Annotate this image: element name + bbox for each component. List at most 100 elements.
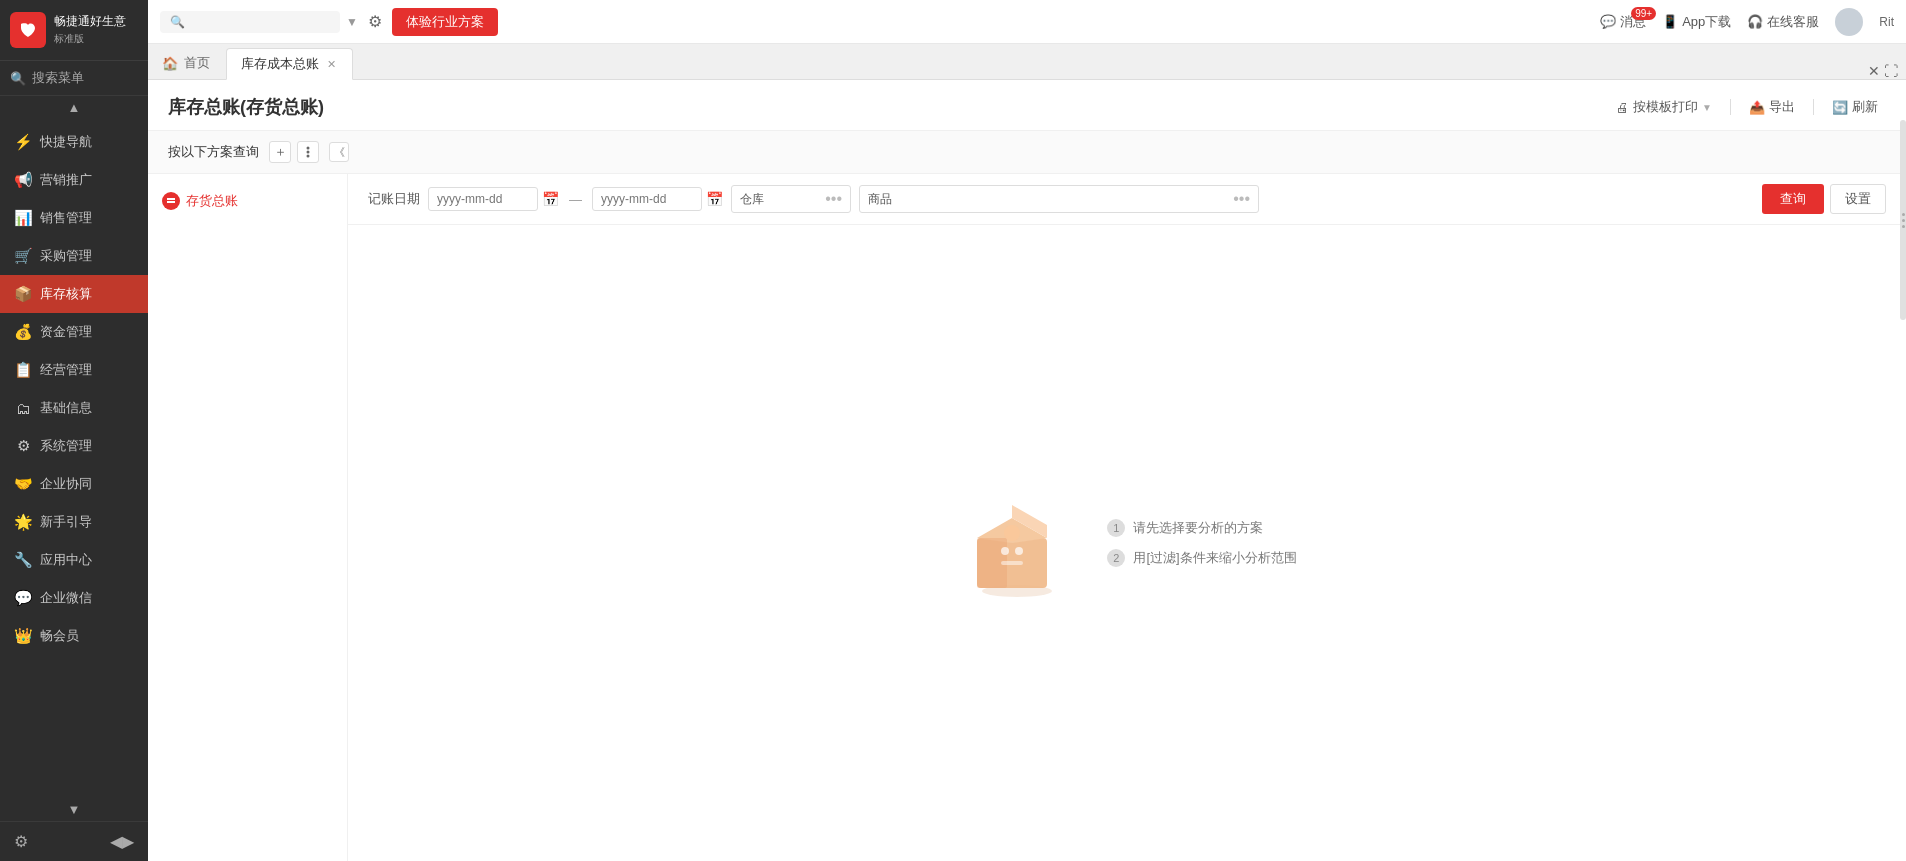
settings-icon[interactable]: ⚙ (14, 832, 28, 851)
warehouse-label: 仓库 (740, 191, 764, 208)
sidebar-item-system[interactable]: ⚙ 系统管理 (0, 427, 148, 465)
page-title: 库存总账(存货总账) (168, 95, 324, 119)
message-badge: 99+ (1631, 7, 1656, 20)
scheme-item-inventory-total[interactable]: 存货总账 (148, 184, 347, 218)
add-filter-btn[interactable]: ＋ (269, 141, 291, 163)
message-icon: 💬 (1600, 14, 1616, 29)
sales-icon: 📊 (14, 209, 32, 227)
step2-circle: 2 (1107, 549, 1125, 567)
handle-dot1 (1902, 213, 1905, 216)
manage-filter-btn[interactable] (297, 141, 319, 163)
filter-add-btns: ＋ (269, 141, 319, 163)
sidebar-bottom: ⚙ ◀▶ (0, 821, 148, 861)
query-btn[interactable]: 查询 (1762, 184, 1824, 214)
app-version: 标准版 (54, 32, 126, 46)
svg-point-1 (307, 151, 310, 154)
system-icon: ⚙ (14, 437, 32, 455)
warehouse-more-icon: ••• (825, 190, 842, 208)
filter-label: 按以下方案查询 (168, 143, 259, 161)
member-icon: 👑 (14, 627, 32, 645)
sidebar-item-finance[interactable]: 💰 资金管理 (0, 313, 148, 351)
sidebar-item-member[interactable]: 👑 畅会员 (0, 617, 148, 655)
app-logo: 畅捷通好生意 标准版 (0, 0, 148, 61)
tab-close-panel-icon[interactable]: ✕ (1868, 63, 1880, 79)
sidebar-item-inventory[interactable]: 📦 库存核算 (0, 275, 148, 313)
product-label: 商品 (868, 191, 892, 208)
empty-state: 1 请先选择要分析的方案 2 用[过滤]条件来缩小分析范围 (348, 225, 1906, 861)
export-label: 导出 (1769, 98, 1795, 116)
tab-home[interactable]: 🏠 首页 (148, 47, 224, 79)
main-area: 🔍 ▼ ⚙ 体验行业方案 💬 消息 99+ 📱 App下载 🎧 在线客服 Rit (148, 0, 1906, 861)
empty-step2: 2 用[过滤]条件来缩小分析范围 (1107, 549, 1296, 567)
filter-bar: 按以下方案查询 ＋ 《 (148, 131, 1906, 174)
sidebar-item-operation[interactable]: 📋 经营管理 (0, 351, 148, 389)
user-avatar[interactable] (1835, 8, 1863, 36)
step1-circle: 1 (1107, 519, 1125, 537)
sidebar-item-newbie[interactable]: 🌟 新手引导 (0, 503, 148, 541)
wechat-label: 企业微信 (40, 589, 92, 607)
app-download-icon: 📱 (1662, 14, 1678, 29)
date-start-input[interactable] (428, 187, 538, 211)
tab-expand-icon[interactable]: ⛶ (1884, 63, 1898, 79)
filter-row: 记账日期 📅 — 📅 仓库 ••• 商品 (348, 174, 1906, 225)
app-download-action[interactable]: 📱 App下载 (1662, 13, 1731, 31)
settings-btn[interactable]: 设置 (1830, 184, 1886, 214)
sidebar-item-wechat[interactable]: 💬 企业微信 (0, 579, 148, 617)
svg-point-8 (1004, 525, 1020, 541)
wechat-icon: 💬 (14, 589, 32, 607)
header-search-icon: 🔍 (170, 15, 185, 29)
sidebar-item-marketing[interactable]: 📢 营销推广 (0, 161, 148, 199)
header-right: 💬 消息 99+ 📱 App下载 🎧 在线客服 Rit (1600, 8, 1894, 36)
industry-btn[interactable]: 体验行业方案 (392, 8, 498, 36)
sidebar-item-app-center[interactable]: 🔧 应用中心 (0, 541, 148, 579)
refresh-btn[interactable]: 🔄 刷新 (1824, 94, 1886, 120)
product-select[interactable]: 商品 ••• (859, 185, 1259, 213)
calendar-start-icon[interactable]: 📅 (542, 191, 559, 207)
sidebar-item-purchase[interactable]: 🛒 采购管理 (0, 237, 148, 275)
app-name: 畅捷通好生意 (54, 14, 126, 30)
finance-icon: 💰 (14, 323, 32, 341)
search-menu-label: 搜索菜单 (32, 69, 84, 87)
date-dash: — (569, 192, 582, 207)
actions-divider2 (1813, 99, 1814, 115)
tab-close-icon[interactable]: ✕ (325, 57, 338, 72)
print-dropdown-icon: ▼ (1702, 102, 1712, 113)
message-action[interactable]: 💬 消息 99+ (1600, 13, 1646, 31)
basic-label: 基础信息 (40, 399, 92, 417)
sidebar-item-sales[interactable]: 📊 销售管理 (0, 199, 148, 237)
newbie-label: 新手引导 (40, 513, 92, 531)
header-search-bar[interactable]: 🔍 (160, 11, 340, 33)
tab-inventory-ledger[interactable]: 库存成本总账 ✕ (226, 48, 353, 80)
logo-icon (10, 12, 46, 48)
export-btn[interactable]: 📤 导出 (1741, 94, 1803, 120)
purchase-label: 采购管理 (40, 247, 92, 265)
sidebar-item-basic[interactable]: 🗂 基础信息 (0, 389, 148, 427)
tab-bar: 🏠 首页 库存成本总账 ✕ ✕ ⛶ (148, 44, 1906, 80)
sidebar-item-quick-nav[interactable]: ⚡ 快捷导航 (0, 123, 148, 161)
right-resize-handle[interactable] (1900, 120, 1906, 320)
step2-text: 用[过滤]条件来缩小分析范围 (1133, 549, 1296, 567)
action-buttons: 查询 设置 (1762, 184, 1886, 214)
inventory-label: 库存核算 (40, 285, 92, 303)
scroll-down-btn[interactable]: ▼ (0, 798, 148, 821)
operation-icon: 📋 (14, 361, 32, 379)
collapse-sidebar-icon[interactable]: ◀▶ (110, 832, 134, 851)
header-gear-icon[interactable]: ⚙ (364, 12, 386, 31)
page-content: 库存总账(存货总账) 🖨 按模板打印 ▼ 📤 导出 🔄 刷新 (148, 80, 1906, 861)
print-btn[interactable]: 🖨 按模板打印 ▼ (1608, 94, 1720, 120)
empty-illustration (957, 483, 1077, 603)
empty-svg (957, 483, 1077, 603)
tab-inventory-label: 库存成本总账 (241, 55, 319, 73)
scheme-sidebar: 存货总账 (148, 174, 348, 861)
empty-text: 1 请先选择要分析的方案 2 用[过滤]条件来缩小分析范围 (1107, 519, 1296, 567)
scroll-up-btn[interactable]: ▲ (0, 96, 148, 119)
collapse-filter-btn[interactable]: 《 (329, 142, 349, 162)
online-support-action[interactable]: 🎧 在线客服 (1747, 13, 1819, 31)
date-end-input[interactable] (592, 187, 702, 211)
warehouse-select[interactable]: 仓库 ••• (731, 185, 851, 213)
search-menu-item[interactable]: 🔍 搜索菜单 (0, 61, 148, 96)
sidebar-item-cooperation[interactable]: 🤝 企业协同 (0, 465, 148, 503)
header-dropdown-arrow[interactable]: ▼ (346, 15, 358, 29)
quick-nav-label: 快捷导航 (40, 133, 92, 151)
calendar-end-icon[interactable]: 📅 (706, 191, 723, 207)
